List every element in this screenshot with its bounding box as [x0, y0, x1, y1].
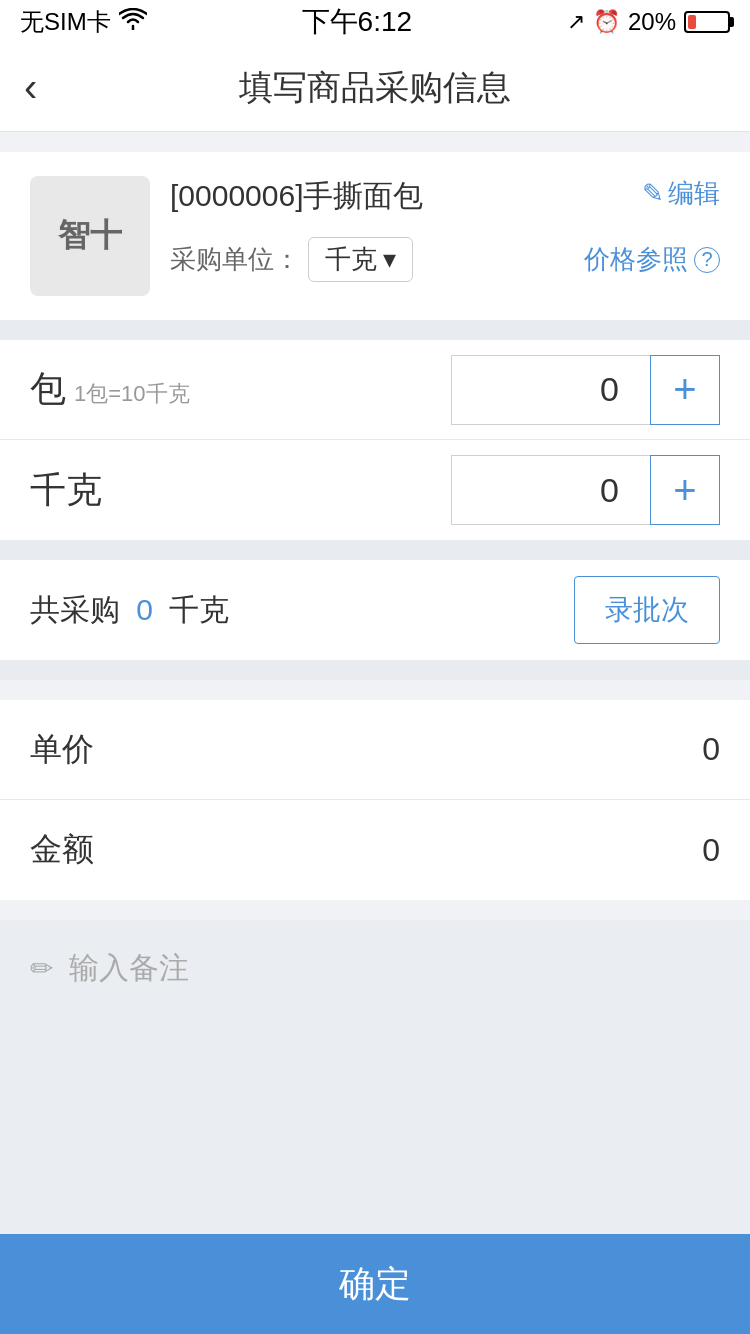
- bao-input-wrapper: +: [451, 355, 720, 425]
- summary-row: 共采购 0 千克 录批次: [0, 560, 750, 660]
- price-ref-label: 价格参照: [584, 242, 688, 277]
- bao-input[interactable]: [451, 355, 651, 425]
- summary-text: 共采购 0 千克: [30, 590, 229, 631]
- bao-input-row: 包 1包=10千克 +: [0, 340, 750, 440]
- status-time: 下午6:12: [302, 3, 413, 41]
- product-image: 智十: [30, 176, 150, 296]
- remark-placeholder: 输入备注: [69, 948, 189, 989]
- unit-label: 采购单位：: [170, 242, 300, 277]
- unit-dropdown[interactable]: 千克 ▾: [308, 237, 413, 282]
- remark-section[interactable]: ✏ 输入备注: [0, 920, 750, 1017]
- section-divider-2: [0, 540, 750, 560]
- confirm-label: 确定: [339, 1260, 411, 1309]
- confirm-button[interactable]: 确定: [0, 1234, 750, 1334]
- batch-button[interactable]: 录批次: [574, 576, 720, 644]
- kg-plus-button[interactable]: +: [650, 455, 720, 525]
- kg-input[interactable]: [451, 455, 651, 525]
- bao-label: 包 1包=10千克: [30, 365, 190, 414]
- back-button[interactable]: ‹: [24, 65, 37, 110]
- price-section: 单价 0 金额 0: [0, 700, 750, 900]
- bao-label-main: 包: [30, 365, 66, 414]
- amount-label: 金额: [30, 828, 94, 872]
- product-name: [0000006]手撕面包: [170, 176, 642, 217]
- unit-price-label: 单价: [30, 728, 94, 772]
- remark-pencil-icon: ✏: [30, 952, 53, 985]
- bao-plus-button[interactable]: +: [650, 355, 720, 425]
- product-header: [0000006]手撕面包 ✎ 编辑: [170, 176, 720, 217]
- product-card: 智十 [0000006]手撕面包 ✎ 编辑 采购单位： 千克 ▾ 价格参照 ?: [0, 152, 750, 320]
- amount-row: 金额 0: [0, 800, 750, 900]
- edit-icon: ✎: [642, 178, 664, 209]
- edit-label: 编辑: [668, 176, 720, 211]
- location-icon: ↗: [567, 9, 585, 35]
- kg-input-wrapper: +: [451, 455, 720, 525]
- product-unit-row: 采购单位： 千克 ▾ 价格参照 ?: [170, 237, 720, 282]
- kg-label: 千克: [30, 466, 190, 515]
- status-left: 无SIM卡: [20, 6, 147, 38]
- alarm-icon: ⏰: [593, 9, 620, 35]
- unit-price-row: 单价 0: [0, 700, 750, 800]
- bao-label-sub: 1包=10千克: [74, 379, 190, 409]
- amount-value: 0: [702, 832, 720, 869]
- page-title: 填写商品采购信息: [239, 65, 511, 111]
- price-ref-button[interactable]: 价格参照 ?: [584, 242, 720, 277]
- kg-label-main: 千克: [30, 466, 102, 515]
- unit-value: 千克: [325, 242, 377, 277]
- unit-price-value: 0: [702, 731, 720, 768]
- unit-selector: 采购单位： 千克 ▾: [170, 237, 413, 282]
- status-right: ↗ ⏰ 20%: [567, 8, 730, 36]
- battery-icon: [684, 11, 730, 33]
- summary-amount: 0: [136, 593, 153, 626]
- summary-prefix: 共采购: [30, 593, 120, 626]
- status-bar: 无SIM卡 下午6:12 ↗ ⏰ 20%: [0, 0, 750, 44]
- summary-unit: 千克: [169, 593, 229, 626]
- kg-input-row: 千克 +: [0, 440, 750, 540]
- dropdown-icon: ▾: [383, 244, 396, 275]
- section-divider-1: [0, 320, 750, 340]
- product-info: [0000006]手撕面包 ✎ 编辑 采购单位： 千克 ▾ 价格参照 ?: [170, 176, 720, 282]
- price-ref-icon: ?: [694, 247, 720, 273]
- edit-button[interactable]: ✎ 编辑: [642, 176, 720, 211]
- carrier-text: 无SIM卡: [20, 6, 111, 38]
- nav-bar: ‹ 填写商品采购信息: [0, 44, 750, 132]
- battery-percent: 20%: [628, 8, 676, 36]
- section-divider-3: [0, 660, 750, 680]
- quantity-section: 包 1包=10千克 + 千克 +: [0, 340, 750, 540]
- wifi-icon: [119, 8, 147, 36]
